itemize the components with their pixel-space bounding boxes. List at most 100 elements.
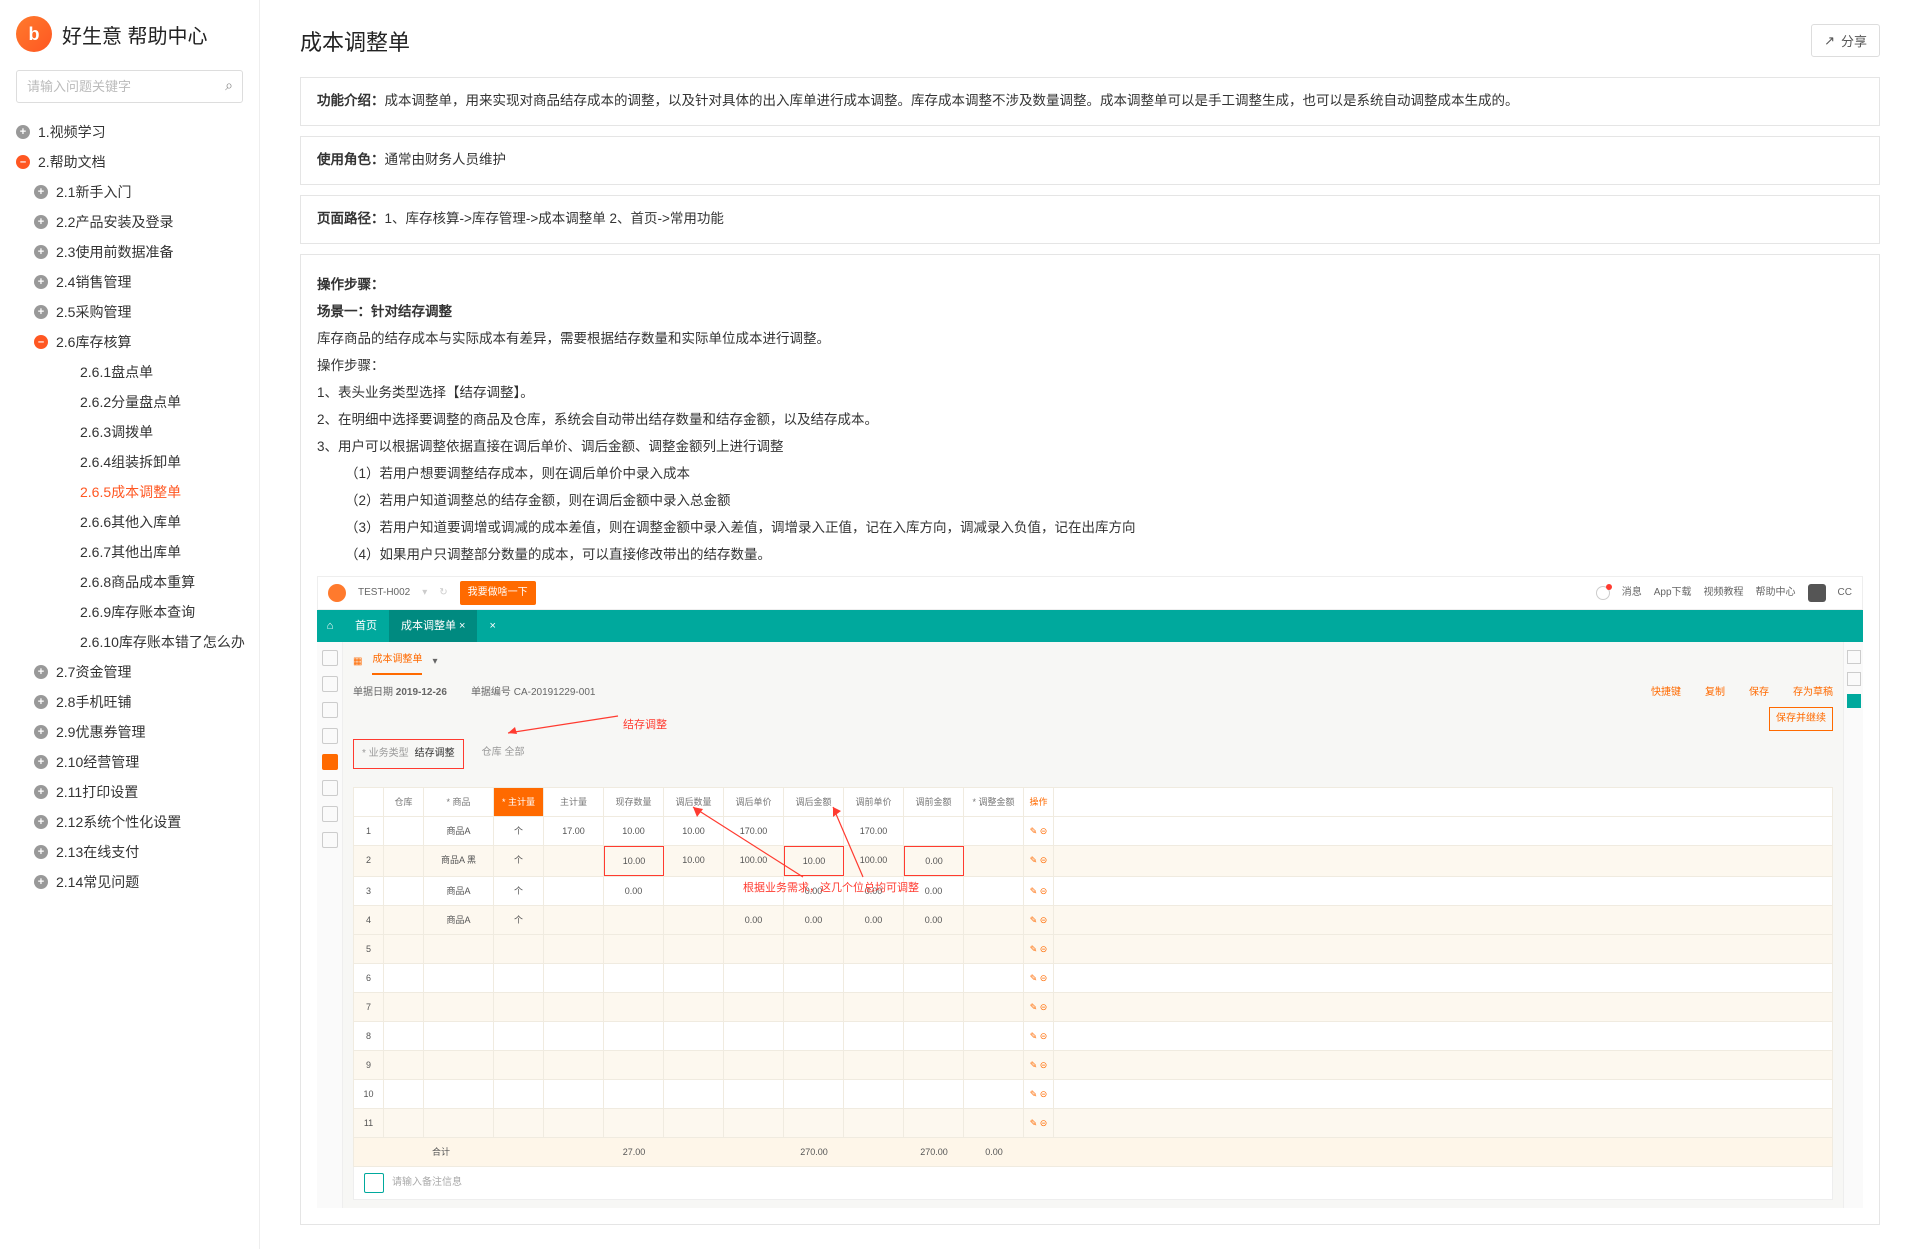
step-1: 1、表头业务类型选择【结存调整】。 bbox=[317, 379, 1863, 406]
rail-icon bbox=[322, 676, 338, 692]
nav-2-6-1[interactable]: 2.6.1盘点单 bbox=[52, 357, 259, 387]
nav-video[interactable]: + 1.视频学习 bbox=[16, 117, 259, 147]
nav-label: 2.13在线支付 bbox=[56, 842, 139, 862]
rail-icon bbox=[322, 832, 338, 848]
logo-icon: b bbox=[16, 16, 52, 52]
nav-label: 2.2产品安装及登录 bbox=[56, 212, 173, 232]
rail-icon bbox=[322, 702, 338, 718]
minus-icon: – bbox=[16, 155, 30, 169]
note-icon bbox=[364, 1173, 384, 1193]
content-block: 操作步骤： 场景一：针对结存调整 库存商品的结存成本与实际成本有差异，需要根据结… bbox=[300, 254, 1880, 1225]
col-unit: * 主计量 bbox=[494, 788, 544, 816]
shot-logo-icon bbox=[328, 584, 346, 602]
nav-2-6-8[interactable]: 2.6.8商品成本重算 bbox=[52, 567, 259, 597]
grid-header: 仓库 * 商品 * 主计量 主计量 现存数量 调后数量 调后单价 调后金额 调前… bbox=[353, 787, 1833, 817]
grid-row-empty: 10 ✎ ⊝ bbox=[353, 1080, 1833, 1109]
date-value: 2019-12-26 bbox=[396, 687, 447, 698]
nav-2-9[interactable]: +2.9优惠券管理 bbox=[34, 717, 259, 747]
nav-2-6-5[interactable]: 2.6.5成本调整单 bbox=[52, 477, 259, 507]
nav-2-11[interactable]: +2.11打印设置 bbox=[34, 777, 259, 807]
nav-2-6-9[interactable]: 2.6.9库存账本查询 bbox=[52, 597, 259, 627]
nav-label: 1.视频学习 bbox=[38, 122, 106, 142]
nav-label: 2.8手机旺铺 bbox=[56, 692, 131, 712]
total-adj: 0.00 bbox=[964, 1138, 1024, 1166]
nav-2-4[interactable]: +2.4销售管理 bbox=[34, 267, 259, 297]
substep-4: （4）如果用户只调整部分数量的成本，可以直接修改带出的结存数量。 bbox=[317, 541, 1863, 568]
search-icon[interactable]: ⌕ bbox=[225, 77, 233, 94]
nav-2-14[interactable]: +2.14常见问题 bbox=[34, 867, 259, 897]
main-content: 成本调整单 ↗ 分享 功能介绍：成本调整单，用来实现对商品结存成本的调整，以及针… bbox=[260, 0, 1920, 1249]
substep-1: （1）若用户想要调整结存成本，则在调后单价中录入成本 bbox=[317, 460, 1863, 487]
col-warehouse: 仓库 bbox=[384, 788, 424, 816]
red-annotation-type: 结存调整 bbox=[623, 714, 667, 736]
nav-2-7[interactable]: +2.7资金管理 bbox=[34, 657, 259, 687]
nav-2-8[interactable]: +2.8手机旺铺 bbox=[34, 687, 259, 717]
col-afteramt: 调后金额 bbox=[784, 788, 844, 816]
info-text: 通常由财务人员维护 bbox=[385, 152, 507, 167]
col-stock: 现存数量 bbox=[604, 788, 664, 816]
share-button[interactable]: ↗ 分享 bbox=[1811, 24, 1880, 57]
shot-body: ▦ 成本调整单 ▾ 单据日期 2019-12-26 单据编号 CA-201912… bbox=[317, 642, 1863, 1208]
scenario-desc: 库存商品的结存成本与实际成本有差异，需要根据结存数量和实际单位成本进行调整。 bbox=[317, 325, 1863, 352]
info-text: 成本调整单，用来实现对商品结存成本的调整，以及针对具体的出入库单进行成本调整。库… bbox=[385, 93, 1519, 108]
rail-icon bbox=[322, 780, 338, 796]
grid-row: 4 商品A个 0.00 0.000.00 0.00 ✎ ⊝ bbox=[353, 906, 1833, 935]
nav-2-6-3[interactable]: 2.6.3调拨单 bbox=[52, 417, 259, 447]
brand-row: b 好生意 帮助中心 bbox=[16, 16, 259, 52]
nav-2-10[interactable]: +2.10经营管理 bbox=[34, 747, 259, 777]
nav-label: 2.3使用前数据准备 bbox=[56, 242, 173, 262]
nav-2-6-4[interactable]: 2.6.4组装拆卸单 bbox=[52, 447, 259, 477]
nav-label: 2.1新手入门 bbox=[56, 182, 131, 202]
total-label: 合计 bbox=[424, 1138, 494, 1166]
cta-button: 我要做啥一下 bbox=[460, 581, 536, 605]
search-box: ⌕ bbox=[16, 70, 243, 103]
nav-label: 2.帮助文档 bbox=[38, 152, 106, 172]
no-value: CA-20191229-001 bbox=[514, 687, 596, 698]
date-label: 单据日期 bbox=[353, 687, 393, 698]
nav-2-1[interactable]: +2.1新手入门 bbox=[34, 177, 259, 207]
plus-icon: + bbox=[16, 125, 30, 139]
col-action: 操作 bbox=[1024, 788, 1054, 816]
nav-2-6-10[interactable]: 2.6.10库存账本错了怎么办 bbox=[52, 627, 259, 657]
nav-2-2[interactable]: +2.2产品安装及登录 bbox=[34, 207, 259, 237]
plus-icon: + bbox=[34, 665, 48, 679]
col-afterqty: 调后数量 bbox=[664, 788, 724, 816]
substep-3: （3）若用户知道要调增或调减的成本差值，则在调整金额中录入差值，调增录入正值，记… bbox=[317, 514, 1863, 541]
nav-2-6-2[interactable]: 2.6.2分量盘点单 bbox=[52, 387, 259, 417]
grid-row-empty: 7 ✎ ⊝ bbox=[353, 993, 1833, 1022]
info-text: 1、库存核算->库存管理->成本调整单 2、首页->常用功能 bbox=[385, 211, 724, 226]
nav-2-12[interactable]: +2.12系统个性化设置 bbox=[34, 807, 259, 837]
info-role: 使用角色：通常由财务人员维护 bbox=[300, 136, 1880, 185]
nav-help-docs[interactable]: – 2.帮助文档 bbox=[16, 147, 259, 177]
plus-icon: + bbox=[34, 185, 48, 199]
col-beforeamt: 调前金额 bbox=[904, 788, 964, 816]
nav-2-6-7[interactable]: 2.6.7其他出库单 bbox=[52, 537, 259, 567]
plus-icon: + bbox=[34, 275, 48, 289]
nav-2-6-6[interactable]: 2.6.6其他入库单 bbox=[52, 507, 259, 537]
user-name: CC bbox=[1838, 583, 1852, 603]
search-input[interactable] bbox=[16, 70, 243, 103]
step-2: 2、在明细中选择要调整的商品及仓库，系统会自动带出结存数量和结存金额，以及结存成… bbox=[317, 406, 1863, 433]
plus-icon: + bbox=[34, 695, 48, 709]
save-continue: 保存并继续 bbox=[1769, 707, 1833, 731]
red-annotation-note: 根据业务需求，这几个位总均可调整 bbox=[743, 877, 919, 899]
nav-2-3[interactable]: +2.3使用前数据准备 bbox=[34, 237, 259, 267]
nav-2-6[interactable]: –2.6库存核算 bbox=[34, 327, 259, 357]
tab-doc: 成本调整单 × bbox=[389, 610, 477, 642]
total-aq: 27.00 bbox=[604, 1138, 664, 1166]
nav-label: 2.5采购管理 bbox=[56, 302, 131, 322]
info-label: 功能介绍： bbox=[317, 93, 385, 108]
nav-inventory-children: 2.6.1盘点单 2.6.2分量盘点单 2.6.3调拨单 2.6.4组装拆卸单 … bbox=[34, 357, 259, 657]
nav-2-13[interactable]: +2.13在线支付 bbox=[34, 837, 259, 867]
menu-help: 帮助中心 bbox=[1756, 583, 1796, 603]
grid-row-empty: 8 ✎ ⊝ bbox=[353, 1022, 1833, 1051]
rail-icon-active bbox=[322, 754, 338, 770]
meta-row: 单据日期 2019-12-26 单据编号 CA-20191229-001 快捷键… bbox=[353, 683, 1833, 703]
workspace-name: TEST-H002 bbox=[358, 583, 410, 603]
grid-row: 1 商品A个 17.00 10.0010.00 170.00 170.00 ✎ … bbox=[353, 817, 1833, 846]
nav-2-5[interactable]: +2.5采购管理 bbox=[34, 297, 259, 327]
grid-row-empty: 9 ✎ ⊝ bbox=[353, 1051, 1833, 1080]
grid-row-empty: 5 ✎ ⊝ bbox=[353, 935, 1833, 964]
plus-icon: + bbox=[34, 815, 48, 829]
col-mainunit: 主计量 bbox=[544, 788, 604, 816]
